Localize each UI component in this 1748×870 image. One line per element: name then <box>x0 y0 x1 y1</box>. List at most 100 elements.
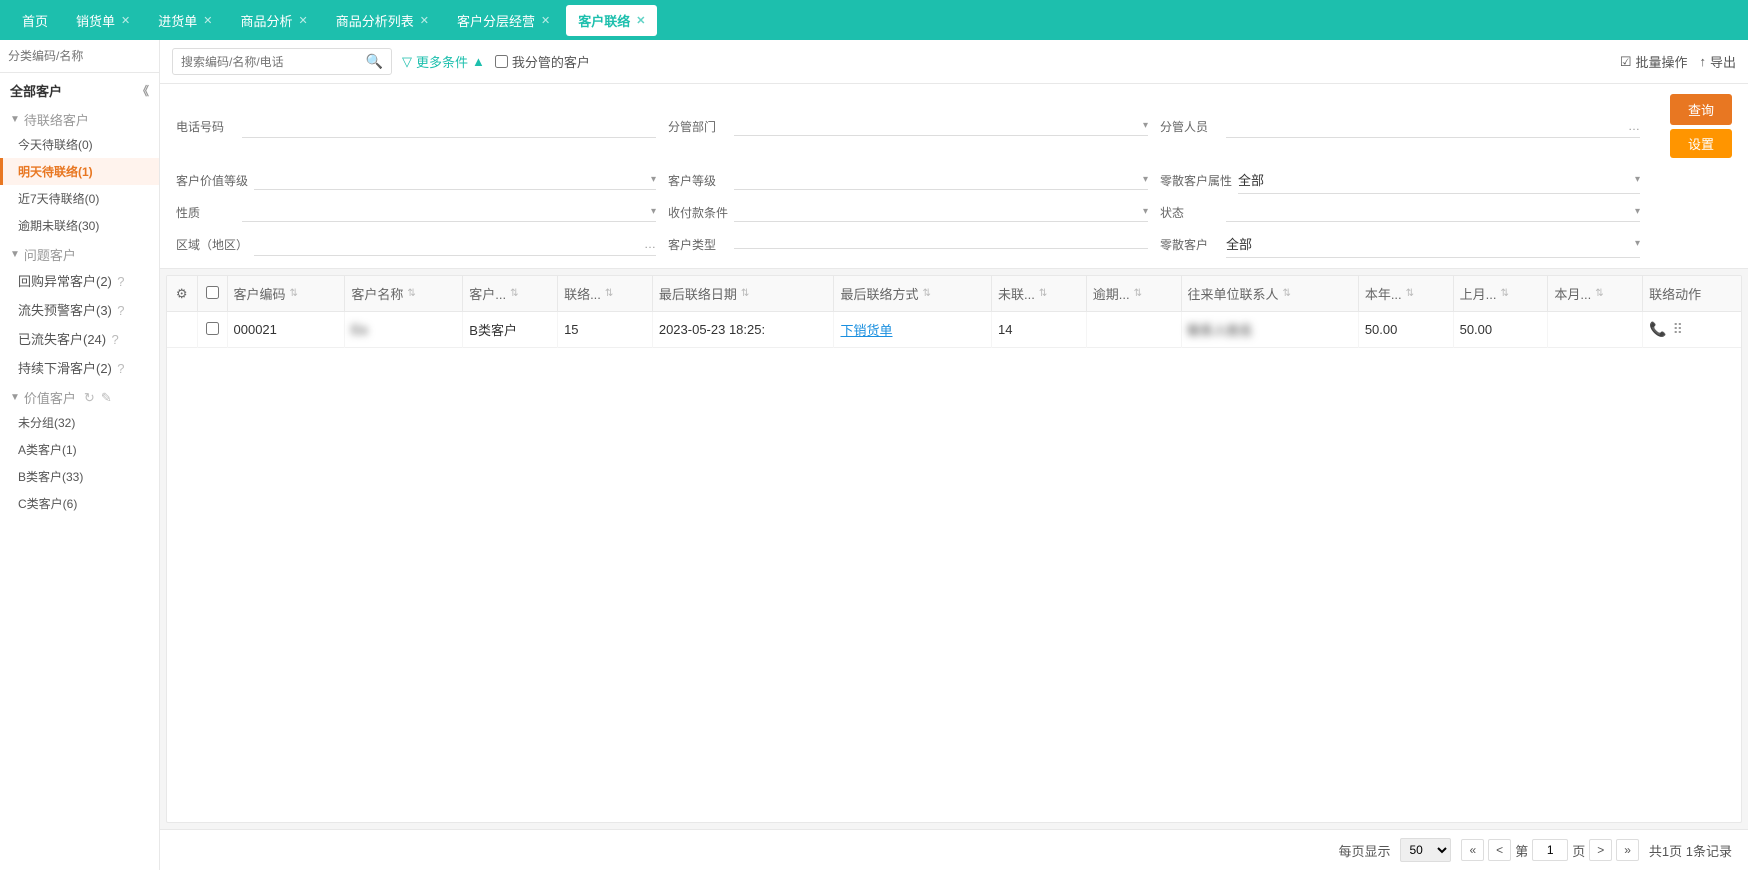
nav-customer-tier[interactable]: 客户分层经营 ✕ <box>445 5 562 36</box>
filter-cvl-label: 客户价值等级 <box>176 172 248 189</box>
filter-customer-type: 客户类型 <box>668 236 1148 253</box>
filter-person: 分管人员 … <box>1160 115 1640 138</box>
content-area: 🔍 ▽ 更多条件 ▲ 我分管的客户 ☑ 批量操作 ↑ 导出 <box>160 40 1748 870</box>
filter-phone-label: 电话号码 <box>176 118 236 135</box>
th-check[interactable] <box>197 276 227 312</box>
sidebar-item-already-lost[interactable]: 已流失客户(24) ? <box>0 324 159 353</box>
action-phone-icon[interactable]: 📞 <box>1649 321 1666 338</box>
filter-cvl-select[interactable]: ▾ <box>254 170 656 190</box>
toolbar: 🔍 ▽ 更多条件 ▲ 我分管的客户 ☑ 批量操作 ↑ 导出 <box>160 40 1748 84</box>
nav-sales[interactable]: 销货单 ✕ <box>64 5 142 36</box>
total-label: 共1页 1条记录 <box>1649 841 1732 860</box>
close-customer-tier-icon[interactable]: ✕ <box>541 14 550 27</box>
filter-dept-select[interactable]: ▾ <box>734 116 1148 136</box>
filter-payment: 收付款条件 ▾ <box>668 202 1148 222</box>
help-icon-lost: ? <box>117 303 124 318</box>
table-row: 000021 Ea B类客户 15 2023-05-23 18:25: 下销货单 <box>167 312 1741 348</box>
action-more-icon[interactable]: ⠿ <box>1673 321 1683 338</box>
help-icon-repurchase: ? <box>117 274 124 289</box>
cell-this-year: 50.00 <box>1358 312 1453 348</box>
filter-gender-select[interactable]: ▾ <box>242 202 656 222</box>
close-purchase-icon[interactable]: ✕ <box>203 14 212 27</box>
sidebar-item-lost-warning[interactable]: 流失预警客户(3) ? <box>0 295 159 324</box>
sidebar-item-continue-decline[interactable]: 持续下滑客户(2) ? <box>0 353 159 382</box>
search-input[interactable] <box>181 55 360 69</box>
th-contacts[interactable]: 联络...⇅ <box>558 276 653 312</box>
th-this-month[interactable]: 本月...⇅ <box>1548 276 1643 312</box>
contact-method-link[interactable]: 下销货单 <box>840 323 892 338</box>
close-sales-icon[interactable]: ✕ <box>121 14 130 27</box>
nav-customer-contact[interactable]: 客户联络 ✕ <box>566 5 657 36</box>
th-code[interactable]: 客户编码⇅ <box>227 276 345 312</box>
pending-contact-group: ▼ 待联络客户 <box>0 104 159 131</box>
sidebar-item-unclassified[interactable]: 未分组(32) <box>0 409 159 436</box>
select-all-checkbox[interactable] <box>206 286 219 299</box>
sidebar-search-area: 🔍 <box>0 40 159 73</box>
th-name[interactable]: 客户名称⇅ <box>345 276 463 312</box>
all-customers-label[interactable]: 全部客户 <box>10 81 62 100</box>
help-icon-decline: ? <box>117 361 124 376</box>
th-overdue[interactable]: 逾期...⇅ <box>1086 276 1181 312</box>
first-page-btn[interactable]: « <box>1461 839 1484 861</box>
sidebar-collapse-icon[interactable]: 《 <box>137 82 149 99</box>
close-goods-analysis-icon[interactable]: ✕ <box>299 14 308 27</box>
th-settings[interactable]: ⚙ <box>167 276 197 312</box>
sidebar-item-overdue[interactable]: 逾期未联络(30) <box>0 212 159 239</box>
next-page-btn[interactable]: > <box>1589 839 1612 861</box>
search-icon[interactable]: 🔍 <box>366 53 383 70</box>
more-conditions-btn[interactable]: ▽ 更多条件 ▲ <box>402 52 485 71</box>
filter-gender-label: 性质 <box>176 204 236 221</box>
close-customer-contact-icon[interactable]: ✕ <box>636 14 645 27</box>
my-customers-check[interactable] <box>495 55 508 68</box>
sidebar-item-class-a[interactable]: A类客户(1) <box>0 436 159 463</box>
sidebar-search-input[interactable] <box>8 49 160 63</box>
page-label: 第 <box>1515 841 1528 860</box>
filter-cl-select[interactable]: ▾ <box>734 170 1148 190</box>
filter-actions: 查询 设置 <box>1652 94 1732 158</box>
filter-payment-select[interactable]: ▾ <box>734 202 1148 222</box>
nav-goods-analysis-list[interactable]: 商品分析列表 ✕ <box>324 5 441 36</box>
nav-goods-analysis[interactable]: 商品分析 ✕ <box>228 5 319 36</box>
th-not-contacted[interactable]: 未联...⇅ <box>991 276 1086 312</box>
nav-home[interactable]: 首页 <box>10 5 60 36</box>
filter-status: 状态 ▾ <box>1160 202 1640 222</box>
th-type[interactable]: 客户...⇅ <box>463 276 558 312</box>
per-page-select[interactable]: 50 100 200 <box>1400 838 1451 862</box>
toolbar-right: ☑ 批量操作 ↑ 导出 <box>1620 52 1736 71</box>
sidebar-item-tomorrow[interactable]: 明天待联络(1) <box>0 158 159 185</box>
my-customers-checkbox[interactable]: 我分管的客户 <box>495 52 590 71</box>
edit-value-icon[interactable]: ✎ <box>101 390 112 406</box>
filter-ra-select[interactable]: 全部▾ <box>1238 166 1640 194</box>
cell-check[interactable] <box>197 312 227 348</box>
refresh-value-icon[interactable]: ↻ <box>84 390 95 406</box>
prev-page-btn[interactable]: < <box>1488 839 1511 861</box>
th-last-contact-date[interactable]: 最后联络日期⇅ <box>652 276 834 312</box>
sidebar: 🔍 全部客户 《 ▼ 待联络客户 今天待联络(0) 明天待联络(1) 近7天待联… <box>0 40 160 870</box>
set-button[interactable]: 设置 <box>1670 129 1732 158</box>
last-page-btn[interactable]: » <box>1616 839 1639 861</box>
sidebar-item-near7[interactable]: 近7天待联络(0) <box>0 185 159 212</box>
filter-region-select[interactable]: … <box>254 233 656 256</box>
nav-purchase[interactable]: 进货单 ✕ <box>146 5 224 36</box>
query-button[interactable]: 查询 <box>1670 94 1732 125</box>
page-input[interactable] <box>1532 839 1568 861</box>
row-checkbox[interactable] <box>206 322 219 335</box>
close-goods-list-icon[interactable]: ✕ <box>420 14 429 27</box>
sidebar-item-repurchase-abnormal[interactable]: 回购异常客户(2) ? <box>0 266 159 295</box>
filter-ct-select[interactable] <box>734 240 1148 249</box>
batch-op-btn[interactable]: ☑ 批量操作 <box>1620 52 1688 71</box>
th-last-contact-method[interactable]: 最后联络方式⇅ <box>834 276 991 312</box>
filter-row-2: 客户价值等级 ▾ 客户等级 ▾ 零散客户属性 全部 <box>176 166 1732 194</box>
sidebar-item-class-c[interactable]: C类客户(6) <box>0 490 159 517</box>
th-last-month[interactable]: 上月...⇅ <box>1453 276 1548 312</box>
th-unit-contact[interactable]: 往来单位联系人⇅ <box>1181 276 1358 312</box>
th-this-year[interactable]: 本年...⇅ <box>1358 276 1453 312</box>
sidebar-item-class-b[interactable]: B类客户(33) <box>0 463 159 490</box>
filter-phone-input[interactable] <box>242 115 656 138</box>
filter-rc-select[interactable]: 全部▾ <box>1226 230 1640 258</box>
sidebar-item-today[interactable]: 今天待联络(0) <box>0 131 159 158</box>
filter-person-select[interactable]: … <box>1226 115 1640 138</box>
export-btn[interactable]: ↑ 导出 <box>1699 52 1736 71</box>
cell-last-contact-method[interactable]: 下销货单 <box>834 312 991 348</box>
filter-status-select[interactable]: ▾ <box>1226 202 1640 222</box>
